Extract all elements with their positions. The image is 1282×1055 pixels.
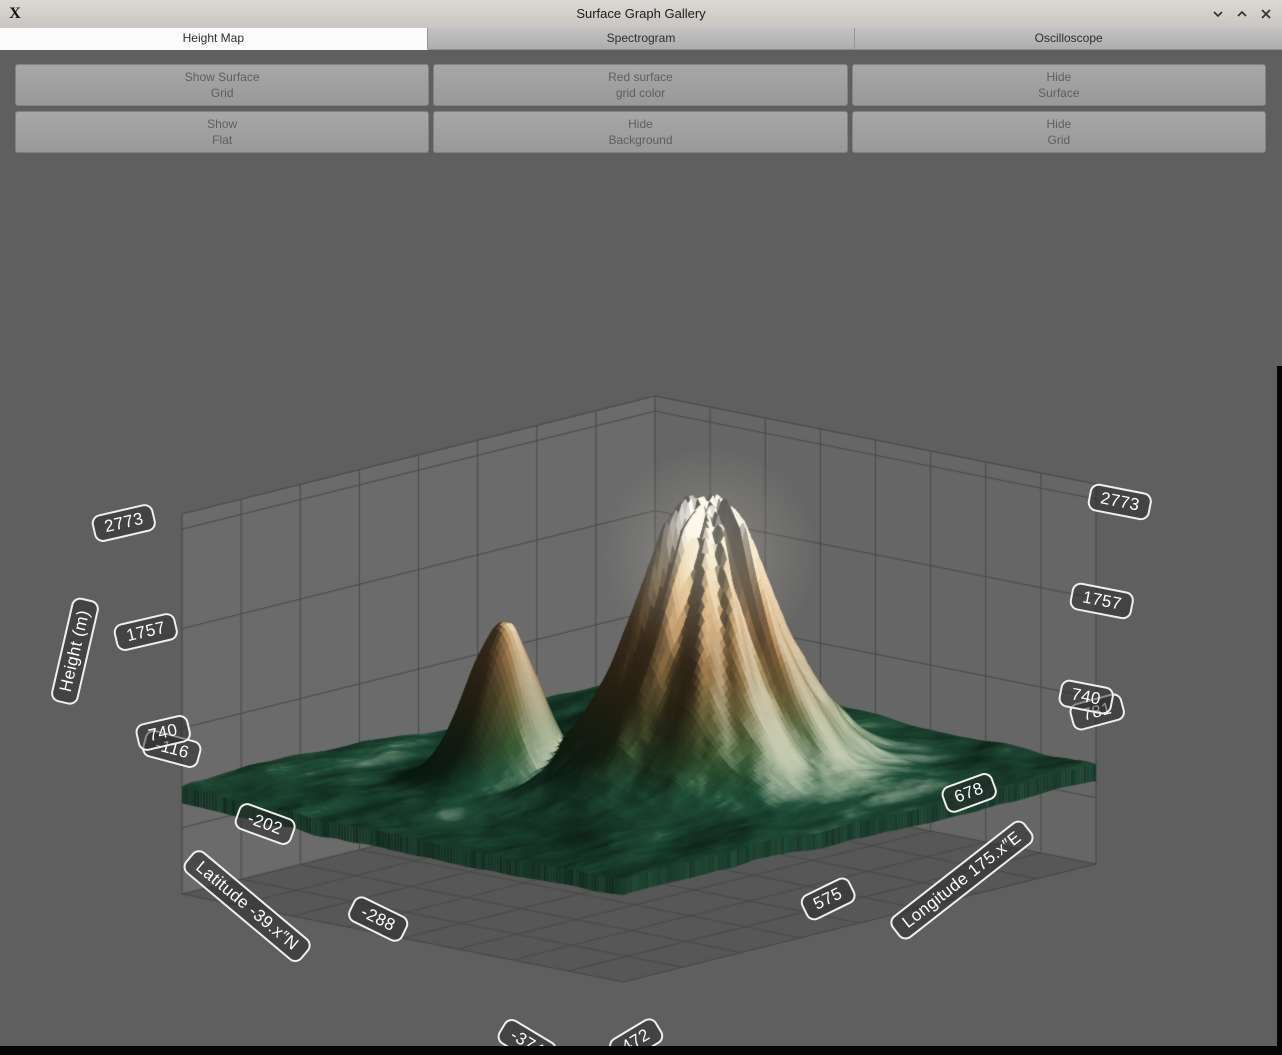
button-label: Grid — [1047, 132, 1070, 148]
button-label: Show — [207, 116, 237, 132]
button-label: Hide — [628, 116, 653, 132]
maximize-button[interactable] — [1230, 2, 1254, 26]
hide-surface-button[interactable]: Hide Surface — [852, 64, 1266, 106]
button-label: Hide — [1046, 116, 1071, 132]
button-label: Show Surface — [185, 69, 260, 85]
button-label: Red surface — [608, 69, 673, 85]
button-label: Background — [608, 132, 672, 148]
button-label: Surface — [1038, 85, 1079, 101]
minimize-button[interactable] — [1206, 2, 1230, 26]
show-surface-grid-button[interactable]: Show Surface Grid — [15, 64, 429, 106]
tab-height-map[interactable]: Height Map — [0, 28, 428, 50]
button-label: Grid — [211, 85, 234, 101]
red-surface-grid-color-button[interactable]: Red surface grid color — [433, 64, 847, 106]
tab-oscilloscope[interactable]: Oscilloscope — [855, 28, 1282, 50]
close-icon — [1259, 7, 1273, 21]
button-label: Hide — [1046, 69, 1071, 85]
screen-right-edge — [1277, 366, 1282, 1055]
screen-bottom-edge — [0, 1046, 1282, 1055]
button-label: Flat — [212, 132, 232, 148]
chevron-up-icon — [1235, 7, 1249, 21]
show-flat-button[interactable]: Show Flat — [15, 111, 429, 153]
tab-spectrogram[interactable]: Spectrogram — [428, 28, 856, 50]
application-window: X Surface Graph Gallery Height Map Spect… — [0, 0, 1282, 1055]
window-titlebar[interactable]: X Surface Graph Gallery — [0, 0, 1282, 29]
tab-bar: Height Map Spectrogram Oscilloscope — [0, 28, 1282, 50]
surface-plot-canvas[interactable] — [0, 150, 1282, 1055]
toolbar: Show Surface Grid Red surface grid color… — [0, 64, 1282, 153]
close-button[interactable] — [1254, 2, 1278, 26]
chevron-down-icon — [1211, 7, 1225, 21]
hide-background-button[interactable]: Hide Background — [433, 111, 847, 153]
hide-grid-button[interactable]: Hide Grid — [852, 111, 1266, 153]
window-title: Surface Graph Gallery — [0, 0, 1282, 28]
button-label: grid color — [616, 85, 665, 101]
window-controls — [1206, 0, 1278, 28]
